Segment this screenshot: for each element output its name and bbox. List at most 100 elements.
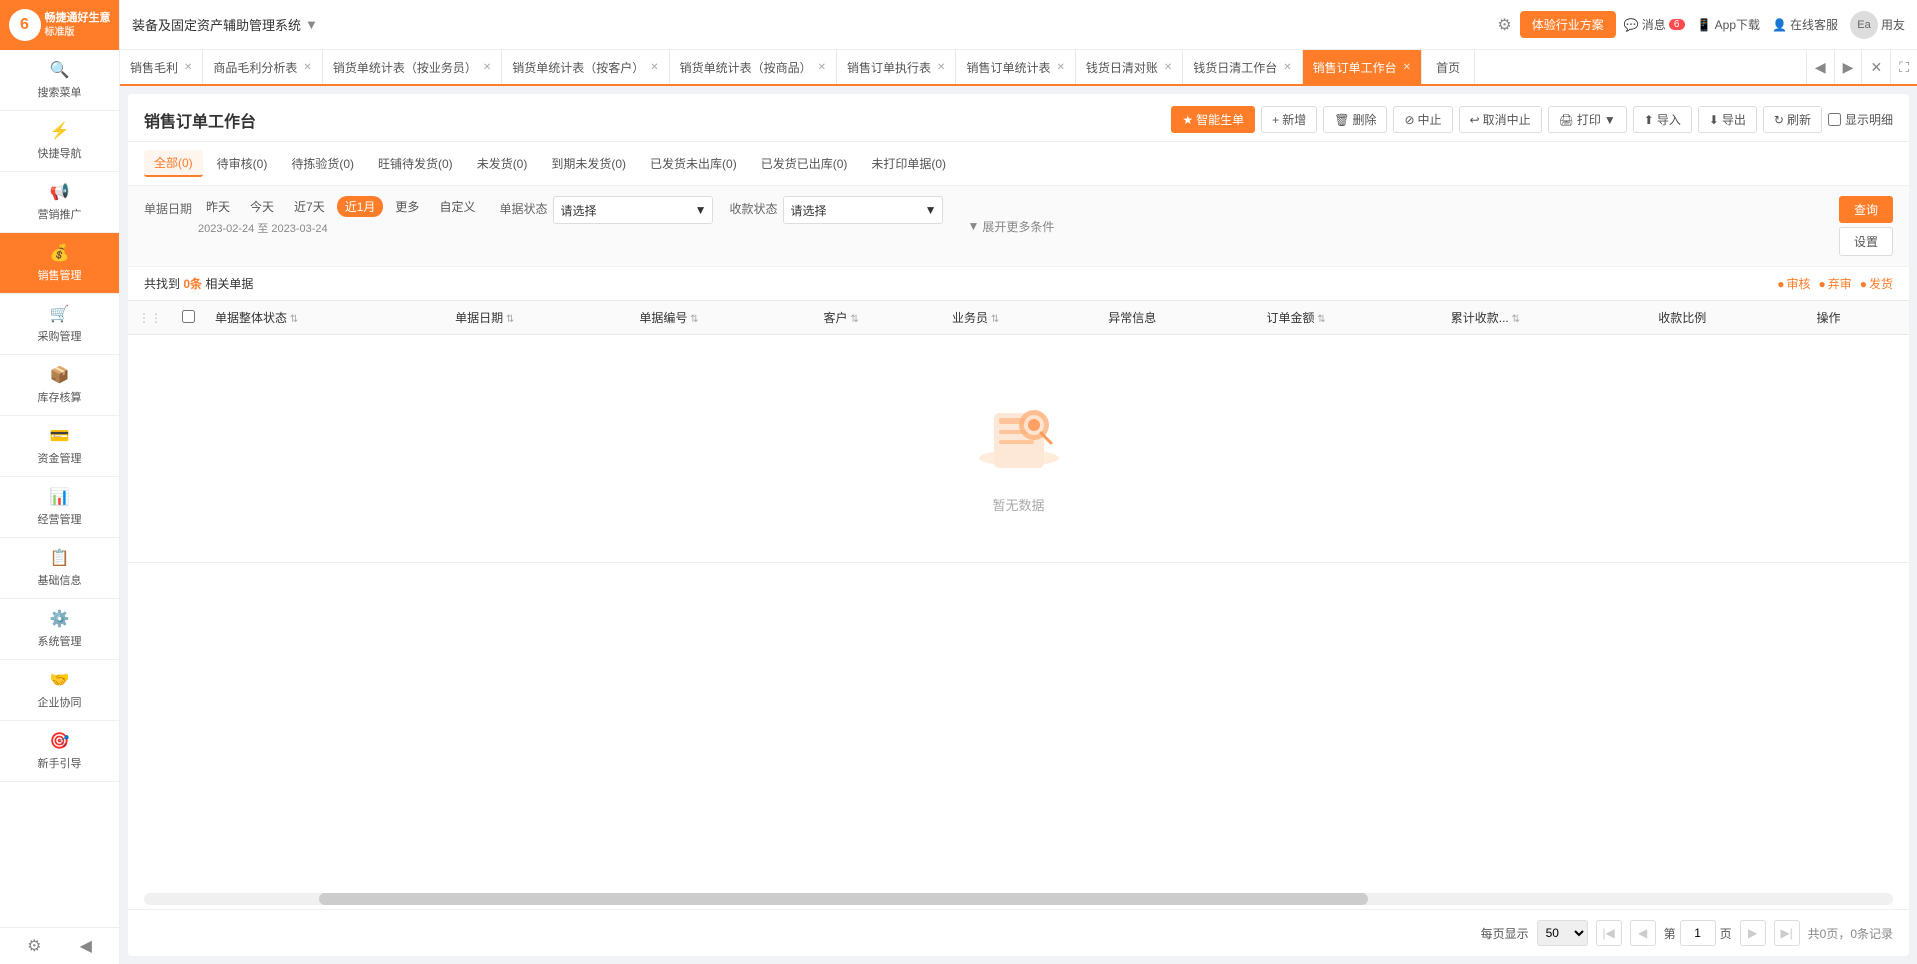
filter-tab-8[interactable]: 未打印单据(0) bbox=[861, 151, 956, 176]
date-option-2[interactable]: 近7天 bbox=[286, 196, 333, 217]
add-btn[interactable]: + 新增 bbox=[1261, 106, 1317, 133]
settings-icon[interactable]: ⚙ bbox=[27, 936, 41, 956]
tab-2[interactable]: 钱货日清工作台✕ bbox=[1183, 50, 1302, 84]
tab-close-4[interactable]: ✕ bbox=[1056, 62, 1064, 73]
date-option-5[interactable]: 自定义 bbox=[431, 196, 483, 217]
next-page-btn[interactable]: ▶ bbox=[1740, 920, 1766, 946]
tab-close-10[interactable]: ✕ bbox=[184, 62, 192, 73]
sidebar-item-5[interactable]: 📦 库存核算 bbox=[0, 355, 119, 416]
date-option-3[interactable]: 近1月 bbox=[337, 196, 384, 217]
col-header-0[interactable]: 单据整体状态 ⇅ bbox=[205, 301, 445, 335]
cancel-stop-btn[interactable]: ↩ 取消中止 bbox=[1459, 106, 1542, 133]
tab-maximize-btn[interactable]: ⛶ bbox=[1890, 50, 1917, 84]
message-btn[interactable]: 💬 消息 6 bbox=[1624, 16, 1685, 33]
app-logo: 6 畅捷通好生意 标准版 bbox=[0, 0, 119, 50]
tab-prev-btn[interactable]: ◀ bbox=[1806, 50, 1834, 84]
date-option-4[interactable]: 更多 bbox=[387, 196, 427, 217]
tab-close-all-btn[interactable]: ✕ bbox=[1861, 50, 1890, 84]
sidebar-item-0[interactable]: 🔍 搜索菜单 bbox=[0, 50, 119, 111]
sidebar-item-9[interactable]: ⚙️ 系统管理 bbox=[0, 599, 119, 660]
online-service-btn[interactable]: 👤 在线客服 bbox=[1772, 16, 1838, 33]
tab-9[interactable]: 商品毛利分析表✕ bbox=[203, 50, 322, 84]
last-page-btn[interactable]: ▶| bbox=[1774, 920, 1800, 946]
tab-close-1[interactable]: ✕ bbox=[1403, 62, 1411, 73]
tab-next-btn[interactable]: ▶ bbox=[1834, 50, 1862, 84]
sidebar-item-7[interactable]: 📊 经营管理 bbox=[0, 477, 119, 538]
page-input[interactable] bbox=[1680, 920, 1716, 946]
tab-close-9[interactable]: ✕ bbox=[303, 62, 311, 73]
tab-close-2[interactable]: ✕ bbox=[1283, 62, 1291, 73]
refresh-btn[interactable]: ↻ 刷新 bbox=[1763, 106, 1822, 133]
sidebar-item-2[interactable]: 📢 营销推广 bbox=[0, 172, 119, 233]
filter-tab-7[interactable]: 已发货已出库(0) bbox=[751, 151, 858, 176]
tab-7[interactable]: 销货单统计表（按客户）✕ bbox=[502, 50, 669, 84]
col-header-4[interactable]: 业务员 ⇅ bbox=[942, 301, 1098, 335]
tab-close-6[interactable]: ✕ bbox=[818, 62, 826, 73]
collapse-icon[interactable]: ◀ bbox=[80, 936, 92, 956]
tab-1[interactable]: 销售订单工作台✕ bbox=[1303, 50, 1422, 84]
stop-btn[interactable]: ⊘ 中止 bbox=[1393, 106, 1452, 133]
system-dropdown-icon[interactable]: ▼ bbox=[305, 17, 318, 32]
col-checkbox-header[interactable] bbox=[172, 301, 205, 335]
topbar-gear-icon[interactable]: ⚙ bbox=[1497, 15, 1511, 35]
select-all-checkbox[interactable] bbox=[182, 310, 195, 323]
col-header-2[interactable]: 单据编号 ⇅ bbox=[629, 301, 813, 335]
sidebar-item-1[interactable]: ⚡ 快捷导航 bbox=[0, 111, 119, 172]
sidebar-item-3[interactable]: 💰 销售管理 bbox=[0, 233, 119, 294]
sidebar-item-4[interactable]: 🛒 采购管理 bbox=[0, 294, 119, 355]
tab-close-3[interactable]: ✕ bbox=[1164, 62, 1172, 73]
status-select[interactable]: 请选择 ▼ bbox=[553, 196, 713, 224]
show-detail-checkbox-label[interactable]: 显示明细 bbox=[1828, 111, 1893, 128]
tab-close-5[interactable]: ✕ bbox=[937, 62, 945, 73]
query-btn[interactable]: 查询 bbox=[1839, 196, 1893, 223]
filter-tab-2[interactable]: 待拣验货(0) bbox=[281, 151, 364, 176]
filter-tab-3[interactable]: 旺铺待发货(0) bbox=[368, 151, 463, 176]
filter-tab-label-0: 全部(0) bbox=[154, 156, 193, 170]
expand-btn[interactable]: ▼ 展开更多条件 bbox=[959, 214, 1062, 239]
tab-4[interactable]: 销售订单统计表 ✕ bbox=[956, 50, 1075, 84]
app-download-btn[interactable]: 📱 App下载 bbox=[1697, 16, 1760, 33]
date-option-0[interactable]: 昨天 bbox=[198, 196, 238, 217]
tab-close-8[interactable]: ✕ bbox=[483, 62, 491, 73]
import-btn[interactable]: ⬆ 导入 bbox=[1633, 106, 1692, 133]
show-detail-checkbox[interactable] bbox=[1828, 113, 1841, 126]
filter-tab-0[interactable]: 全部(0) bbox=[144, 150, 203, 177]
per-page-select[interactable]: 20 50 100 200 bbox=[1537, 920, 1588, 946]
tab-label-4: 销售订单统计表 bbox=[966, 59, 1050, 76]
smart-create-btn[interactable]: ★ 智能生单 bbox=[1171, 106, 1255, 133]
date-option-1[interactable]: 今天 bbox=[242, 196, 282, 217]
horizontal-scrollbar[interactable] bbox=[144, 893, 1893, 905]
sidebar-item-6[interactable]: 💳 资金管理 bbox=[0, 416, 119, 477]
sidebar-item-10[interactable]: 🤝 企业协同 bbox=[0, 660, 119, 721]
tab-8[interactable]: 销货单统计表（按业务员）✕ bbox=[323, 50, 502, 84]
tab-3[interactable]: 钱货日清对账✕ bbox=[1076, 50, 1183, 84]
export-btn[interactable]: ⬇ 导出 bbox=[1698, 106, 1757, 133]
tab-0[interactable]: 首页 bbox=[1422, 50, 1475, 84]
user-menu[interactable]: Ea 用友 bbox=[1850, 11, 1905, 39]
print-btn[interactable]: 🖨 打印 ▼ bbox=[1548, 106, 1627, 133]
filter-settings-btn[interactable]: 设置 bbox=[1839, 227, 1893, 256]
industry-btn[interactable]: 体验行业方案 bbox=[1520, 11, 1616, 38]
filter-tab-4[interactable]: 未发货(0) bbox=[467, 151, 538, 176]
tab-close-7[interactable]: ✕ bbox=[650, 62, 658, 73]
filter-tab-5[interactable]: 到期未发货(0) bbox=[541, 151, 636, 176]
tab-6[interactable]: 销货单统计表（按商品）✕ bbox=[670, 50, 837, 84]
tab-5[interactable]: 销售订单执行表✕ bbox=[837, 50, 956, 84]
payment-select[interactable]: 请选择 ▼ bbox=[783, 196, 943, 224]
review-action-btn[interactable]: ● 审核 bbox=[1777, 275, 1810, 292]
prev-page-btn[interactable]: ◀ bbox=[1630, 920, 1656, 946]
tab-10[interactable]: 销售毛利✕ bbox=[120, 50, 203, 84]
col-header-6[interactable]: 订单金额 ⇅ bbox=[1257, 301, 1441, 335]
ship-action-btn[interactable]: ● 发货 bbox=[1860, 275, 1893, 292]
table-scroll-area[interactable]: ⋮⋮ 单据整体状态 ⇅单据日期 ⇅单据编号 ⇅客户 ⇅业务员 ⇅异常信息订单金额… bbox=[128, 300, 1909, 889]
first-page-btn[interactable]: |◀ bbox=[1596, 920, 1622, 946]
sidebar-item-8[interactable]: 📋 基础信息 bbox=[0, 538, 119, 599]
delete-btn[interactable]: 🗑 删除 bbox=[1323, 106, 1387, 133]
col-header-3[interactable]: 客户 ⇅ bbox=[814, 301, 942, 335]
filter-tab-6[interactable]: 已发货未出库(0) bbox=[640, 151, 747, 176]
col-header-7[interactable]: 累计收款... ⇅ bbox=[1441, 301, 1649, 335]
filter-tab-1[interactable]: 待审核(0) bbox=[207, 151, 278, 176]
cancel-review-action-btn[interactable]: ● 弃审 bbox=[1818, 275, 1851, 292]
col-header-1[interactable]: 单据日期 ⇅ bbox=[445, 301, 629, 335]
sidebar-item-11[interactable]: 🎯 新手引导 bbox=[0, 721, 119, 782]
